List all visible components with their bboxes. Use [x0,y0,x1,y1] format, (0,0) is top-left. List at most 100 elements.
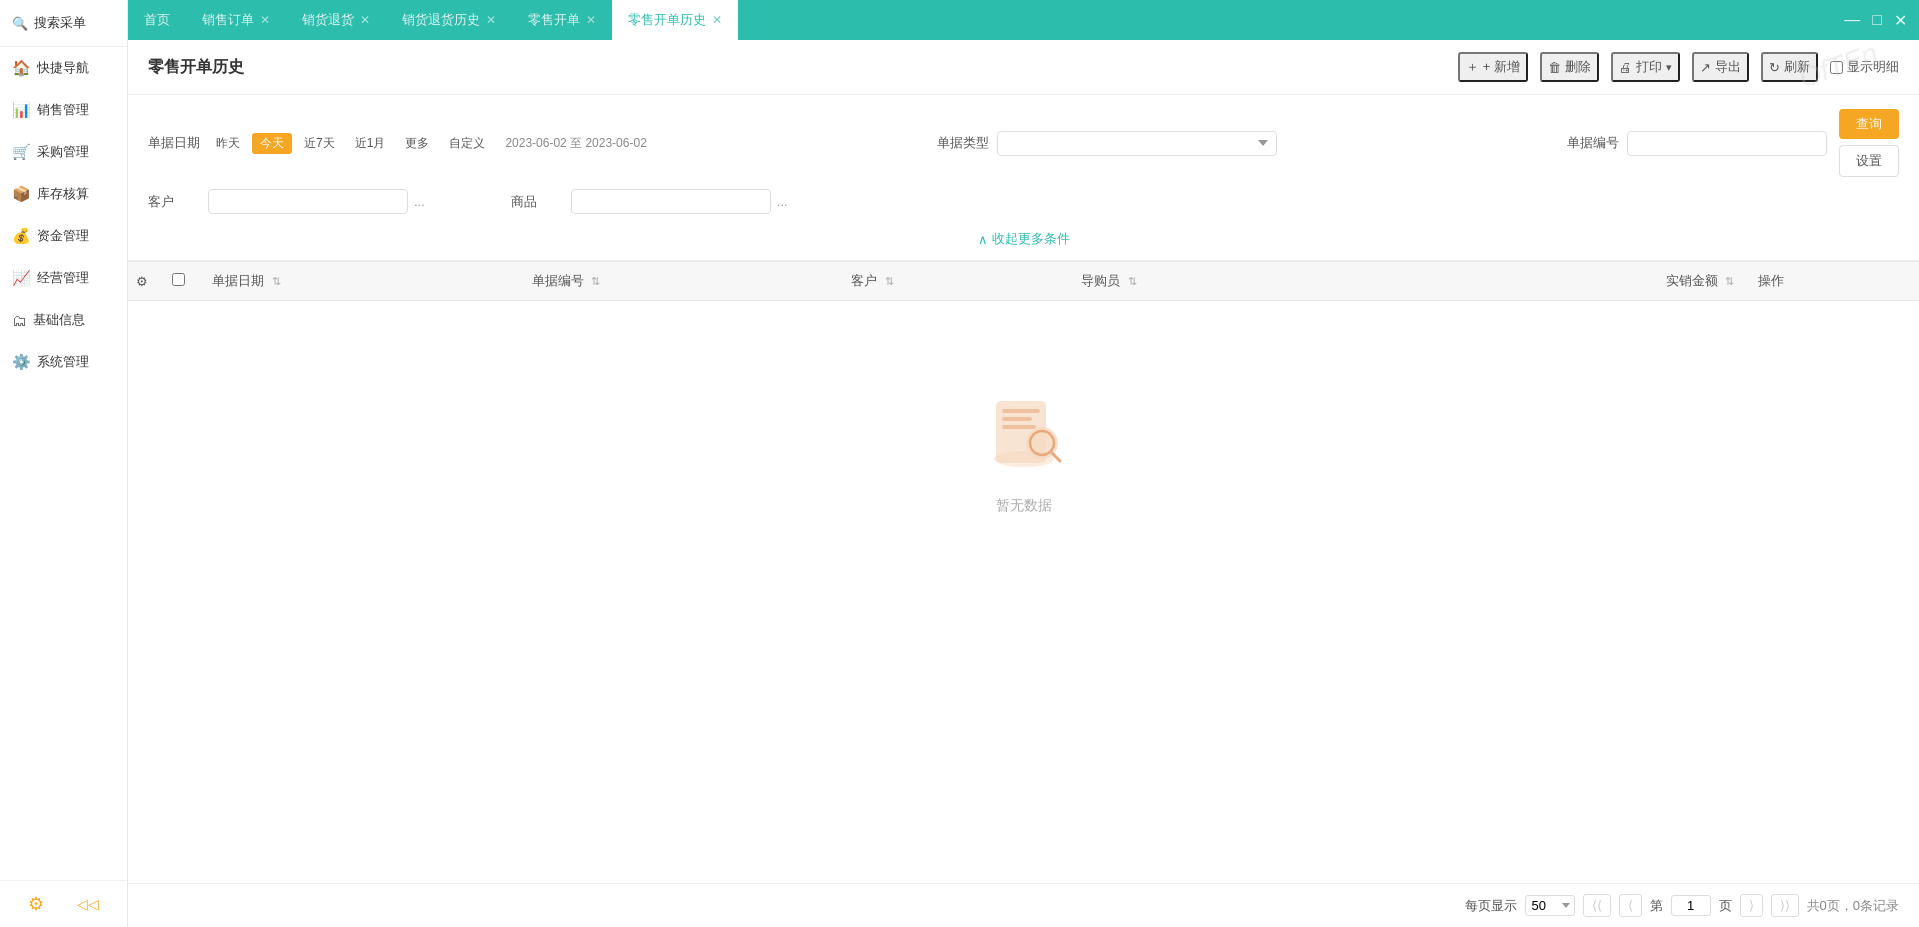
collapse-sidebar-icon[interactable]: ◁◁ [77,896,99,912]
sidebar-item-inventory[interactable]: 📦 库存核算 [0,173,127,215]
prev-page-btn[interactable]: ⟨ [1619,894,1642,917]
table-head: ⚙ 单据日期 ⇅ 单据编号 ⇅ [128,262,1919,301]
th-bill-no[interactable]: 单据编号 ⇅ [520,262,840,301]
th-checkbox[interactable] [164,262,200,301]
window-minimize-icon[interactable]: — [1844,11,1860,29]
close-retail-open-tab[interactable]: ✕ [586,13,596,27]
date-last7[interactable]: 近7天 [296,133,343,154]
date-options: 昨天 今天 近7天 近1月 更多 自定义 [208,133,493,154]
bill-no-input[interactable] [1627,131,1827,156]
filter-row-customer: 客户 ... 商品 ... [148,189,1899,214]
th-guide[interactable]: 导购员 ⇅ [1069,262,1344,301]
product-dots[interactable]: ... [777,194,788,209]
delete-button[interactable]: 🗑 删除 [1540,52,1599,82]
date-custom[interactable]: 自定义 [441,133,493,154]
sidebar-item-basic-info[interactable]: 🗂 基础信息 [0,299,127,341]
per-page-select[interactable]: 50 10 20 100 [1525,895,1575,916]
sidebar-search[interactable]: 🔍 搜索采单 [0,0,127,47]
tab-sales-return-label: 销货退货 [302,11,354,29]
th-customer[interactable]: 客户 ⇅ [839,262,1069,301]
sys-mgmt-icon: ⚙️ [12,353,31,371]
add-button[interactable]: ＋ + 新增 [1458,52,1528,82]
refresh-button[interactable]: ↻ 刷新 [1761,52,1818,82]
product-input[interactable] [571,189,771,214]
sort-bill-no-icon[interactable]: ⇅ [591,275,600,287]
date-last1month[interactable]: 近1月 [347,133,394,154]
th-amount[interactable]: 实销金额 ⇅ [1427,262,1747,301]
empty-text: 暂无数据 [996,497,1052,515]
close-sales-order-tab[interactable]: ✕ [260,13,270,27]
last-page-btn[interactable]: ⟩⟩ [1771,894,1799,917]
th-spacer [1344,262,1427,301]
page-title: 零售开单历史 [148,57,244,78]
date-label: 单据日期 [148,134,208,152]
sidebar: 🔍 搜索采单 🏠 快捷导航 📊 销售管理 🛒 采购管理 📦 库存核算 💰 资金管… [0,0,128,927]
svg-rect-2 [1002,409,1040,413]
next-page-btn[interactable]: ⟩ [1740,894,1763,917]
close-sales-return-history-tab[interactable]: ✕ [486,13,496,27]
export-button[interactable]: ↗ 导出 [1692,52,1749,82]
close-retail-open-history-tab[interactable]: ✕ [712,13,722,27]
collapse-more[interactable]: ∧ 收起更多条件 [148,226,1899,252]
sort-customer-icon[interactable]: ⇅ [885,275,894,287]
main-area: 首页 销售订单 ✕ 销货退货 ✕ 销货退货历史 ✕ 零售开单 ✕ 零售开单历史 … [128,0,1919,927]
tab-sales-order[interactable]: 销售订单 ✕ [186,0,286,40]
bill-type-select[interactable] [997,131,1277,156]
collapse-arrow-icon: ∧ [978,232,988,247]
tab-retail-open-history[interactable]: 零售开单历史 ✕ [612,0,738,40]
basic-info-icon: 🗂 [12,312,27,329]
table-area: ⚙ 单据日期 ⇅ 单据编号 ⇅ [128,261,1919,883]
tab-sales-return-history[interactable]: 销货退货历史 ✕ [386,0,512,40]
window-restore-icon[interactable]: □ [1872,11,1882,29]
purchase-mgmt-icon: 🛒 [12,143,31,161]
print-icon: 🖨 [1619,60,1632,75]
sort-date-icon[interactable]: ⇅ [272,275,281,287]
sidebar-item-purchase-mgmt[interactable]: 🛒 采购管理 [0,131,127,173]
delete-icon: 🗑 [1548,60,1561,75]
sort-amount-icon[interactable]: ⇅ [1725,275,1734,287]
operation-icon: 📈 [12,269,31,287]
sidebar-item-label: 库存核算 [37,185,89,203]
top-nav: 首页 销售订单 ✕ 销货退货 ✕ 销货退货历史 ✕ 零售开单 ✕ 零售开单历史 … [128,0,1919,40]
tab-retail-open-label: 零售开单 [528,11,580,29]
page-input[interactable] [1671,895,1711,916]
sort-guide-icon[interactable]: ⇅ [1128,275,1137,287]
total-info: 共0页，0条记录 [1807,897,1899,915]
sidebar-bottom: ⚙ ◁◁ [0,880,127,927]
sidebar-item-finance[interactable]: 💰 资金管理 [0,215,127,257]
page-content: 零售开单历史 ＋ + 新增 🗑 删除 🖨 打印 ▾ ↗ 导出 [128,40,1919,927]
table-settings-icon[interactable]: ⚙ [136,274,148,289]
th-settings[interactable]: ⚙ [128,262,164,301]
customer-input[interactable] [208,189,408,214]
date-today[interactable]: 今天 [252,133,292,154]
sidebar-item-sys-mgmt[interactable]: ⚙️ 系统管理 [0,341,127,383]
sidebar-item-sales-mgmt[interactable]: 📊 销售管理 [0,89,127,131]
tab-sales-return[interactable]: 销货退货 ✕ [286,0,386,40]
print-button[interactable]: 🖨 打印 ▾ [1611,52,1680,82]
customer-dots[interactable]: ... [414,194,425,209]
th-date[interactable]: 单据日期 ⇅ [200,262,520,301]
settings-bottom-icon[interactable]: ⚙ [28,893,44,915]
show-detail-label[interactable]: 显示明细 [1830,58,1899,76]
date-yesterday[interactable]: 昨天 [208,133,248,154]
select-all-checkbox[interactable] [172,273,185,286]
query-button[interactable]: 查询 [1839,109,1899,139]
window-close-icon[interactable]: ✕ [1894,11,1907,30]
sidebar-item-quick-nav[interactable]: 🏠 快捷导航 [0,47,127,89]
tab-retail-open[interactable]: 零售开单 ✕ [512,0,612,40]
show-detail-checkbox[interactable] [1830,61,1843,74]
page-actions: ＋ + 新增 🗑 删除 🖨 打印 ▾ ↗ 导出 ↻ [1458,52,1899,82]
refresh-icon: ↻ [1769,60,1780,75]
per-page-label: 每页显示 [1465,897,1517,915]
settings-button[interactable]: 设置 [1839,145,1899,177]
tab-sales-order-label: 销售订单 [202,11,254,29]
tab-home-label: 首页 [144,11,170,29]
first-page-btn[interactable]: ⟨⟨ [1583,894,1611,917]
svg-rect-3 [1002,417,1032,421]
close-sales-return-tab[interactable]: ✕ [360,13,370,27]
add-icon: ＋ [1466,58,1479,76]
sidebar-item-label: 系统管理 [37,353,89,371]
date-more[interactable]: 更多 [397,133,437,154]
sidebar-item-operation[interactable]: 📈 经营管理 [0,257,127,299]
tab-home[interactable]: 首页 [128,0,186,40]
